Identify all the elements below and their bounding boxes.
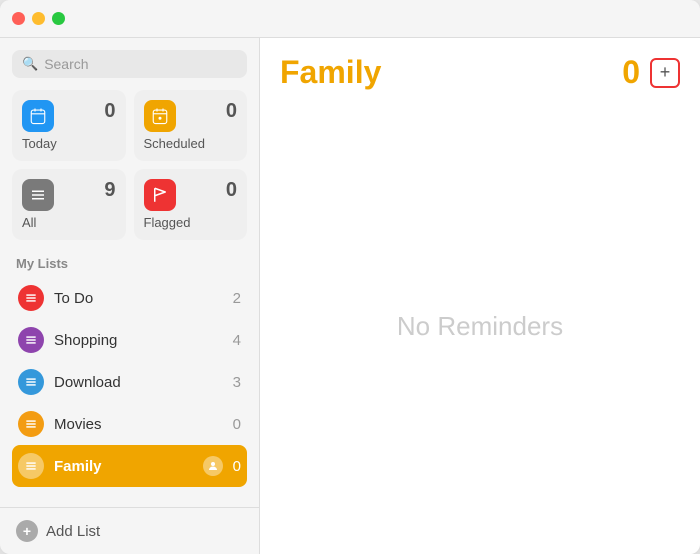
list-item-download[interactable]: Download 3 — [12, 361, 247, 403]
search-icon: 🔍 — [22, 56, 38, 72]
title-bar — [0, 0, 700, 38]
shopping-list-count: 4 — [233, 332, 241, 349]
todo-list-name: To Do — [54, 290, 223, 307]
detail-title: Family — [280, 54, 381, 91]
empty-state-text: No Reminders — [397, 311, 563, 342]
scheduled-count: 0 — [226, 100, 237, 123]
close-button[interactable] — [12, 12, 25, 25]
add-reminder-button[interactable]: + — [650, 58, 680, 88]
minimize-button[interactable] — [32, 12, 45, 25]
list-item-todo[interactable]: To Do 2 — [12, 277, 247, 319]
search-placeholder: Search — [44, 56, 88, 72]
add-list-label: Add List — [46, 523, 100, 540]
app-window: 🔍 Search — [0, 0, 700, 554]
download-list-count: 3 — [233, 374, 241, 391]
all-label: All — [22, 215, 116, 230]
todo-list-count: 2 — [233, 290, 241, 307]
add-list-icon: + — [16, 520, 38, 542]
movies-list-count: 0 — [233, 416, 241, 433]
shared-icon — [203, 456, 223, 476]
empty-state: No Reminders — [260, 99, 700, 554]
movies-list-name: Movies — [54, 416, 223, 433]
list-item-family[interactable]: Family 0 — [12, 445, 247, 487]
sidebar: 🔍 Search — [0, 38, 260, 554]
detail-header-row: Family 0 + — [260, 38, 700, 99]
todo-list-icon — [18, 285, 44, 311]
family-list-name: Family — [54, 458, 193, 475]
traffic-lights — [12, 12, 65, 25]
movies-list-icon — [18, 411, 44, 437]
search-bar[interactable]: 🔍 Search — [12, 50, 247, 78]
add-list-button[interactable]: + Add List — [0, 507, 259, 554]
all-icon — [22, 179, 54, 211]
today-count: 0 — [104, 100, 115, 123]
smart-list-flagged[interactable]: 0 Flagged — [134, 169, 248, 240]
detail-count: 0 — [622, 54, 640, 91]
smart-list-all[interactable]: 9 All — [12, 169, 126, 240]
smart-list-today[interactable]: 0 Today — [12, 90, 126, 161]
flagged-count: 0 — [226, 179, 237, 202]
all-count: 9 — [104, 179, 115, 202]
flagged-icon — [144, 179, 176, 211]
scheduled-icon — [144, 100, 176, 132]
smart-lists-grid: 0 Today — [12, 90, 247, 240]
smart-list-scheduled[interactable]: 0 Scheduled — [134, 90, 248, 161]
download-list-icon — [18, 369, 44, 395]
list-item-movies[interactable]: Movies 0 — [12, 403, 247, 445]
family-list-icon — [18, 453, 44, 479]
main-content: 🔍 Search — [0, 38, 700, 554]
flagged-label: Flagged — [144, 215, 238, 230]
detail-panel: Family 0 + No Reminders — [260, 38, 700, 554]
today-icon — [22, 100, 54, 132]
today-label: Today — [22, 136, 116, 151]
shopping-list-name: Shopping — [54, 332, 223, 349]
family-list-count: 0 — [233, 458, 241, 475]
list-item-shopping[interactable]: Shopping 4 — [12, 319, 247, 361]
download-list-name: Download — [54, 374, 223, 391]
maximize-button[interactable] — [52, 12, 65, 25]
my-lists-header: My Lists — [12, 256, 247, 271]
scheduled-label: Scheduled — [144, 136, 238, 151]
shopping-list-icon — [18, 327, 44, 353]
